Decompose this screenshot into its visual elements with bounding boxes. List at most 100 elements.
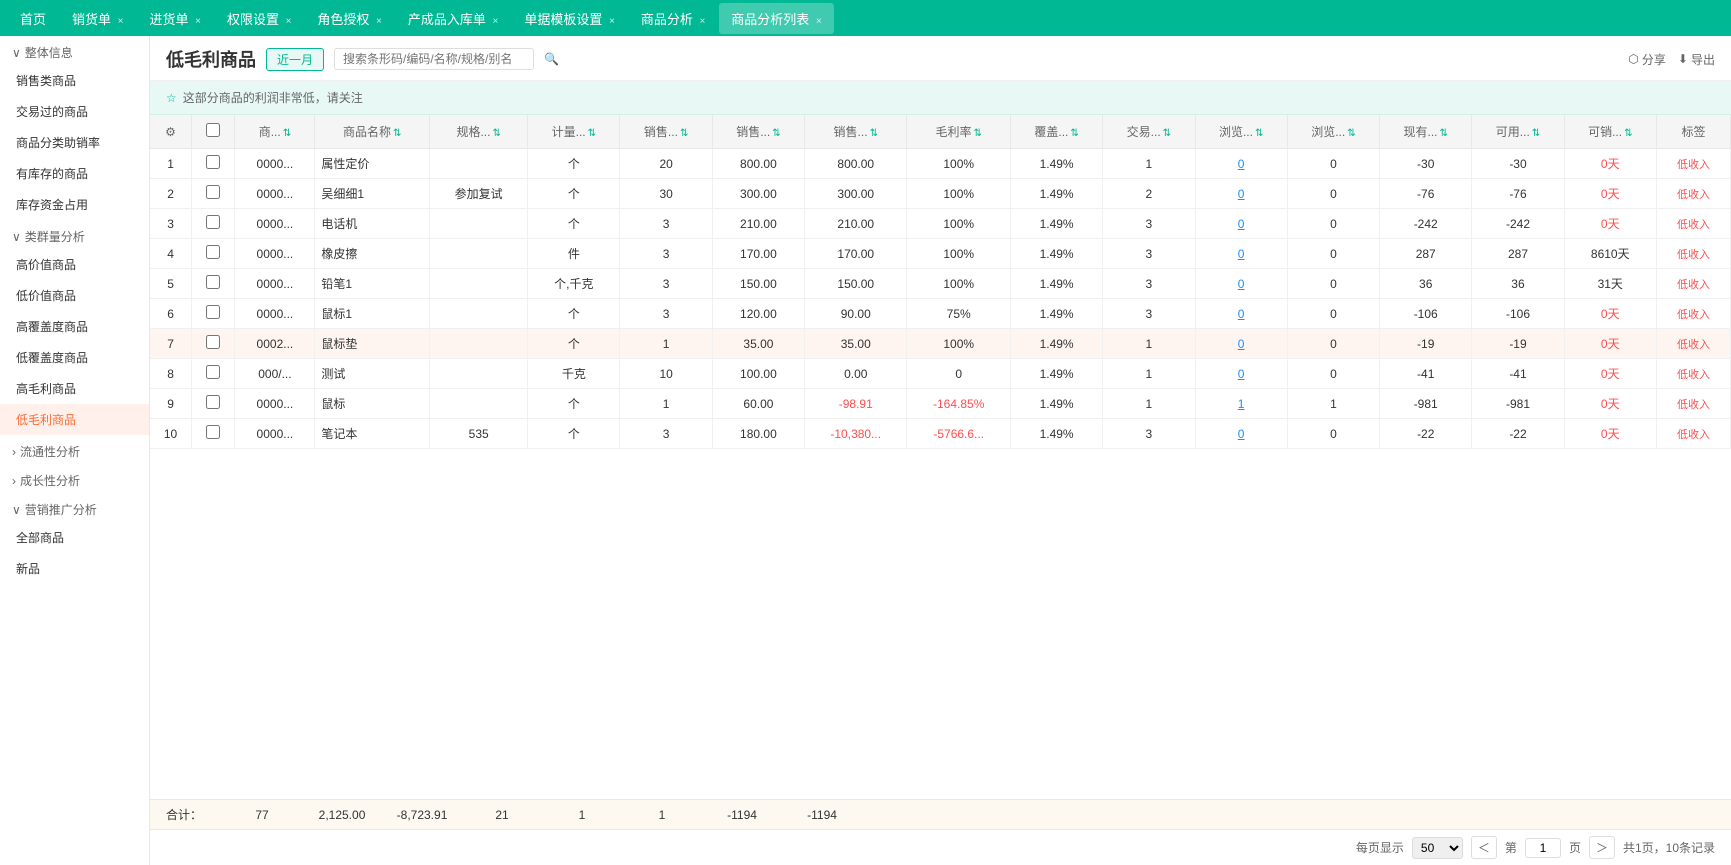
nav-role-close[interactable]: × [376, 16, 382, 27]
sort-icon-unit[interactable]: ⇅ [588, 128, 596, 139]
cell-browse1[interactable]: 0 [1195, 239, 1287, 269]
sidebar-item-low-value[interactable]: 低价值商品 [0, 280, 149, 311]
sidebar-item-capital[interactable]: 库存资金占用 [0, 189, 149, 220]
sort-icon-sales-profit[interactable]: ⇅ [870, 128, 878, 139]
select-all-checkbox[interactable] [206, 123, 220, 137]
cell-browse1[interactable]: 0 [1195, 299, 1287, 329]
search-input[interactable] [334, 48, 534, 70]
nav-goods-analysis-list-close[interactable]: × [816, 16, 822, 27]
sort-icon-code[interactable]: ⇅ [283, 128, 291, 139]
nav-sales[interactable]: 销货单 × [60, 3, 135, 34]
nav-template[interactable]: 单据模板设置 × [512, 3, 626, 34]
prev-page-button[interactable]: ＜ [1471, 836, 1497, 859]
nav-sales-close[interactable]: × [118, 16, 124, 27]
cell-browse1[interactable]: 1 [1195, 389, 1287, 419]
sidebar-item-sales-goods[interactable]: 销售类商品 [0, 65, 149, 96]
cell-checkbox[interactable] [192, 269, 235, 299]
share-icon: ⬡ [1628, 52, 1638, 66]
cell-checkbox[interactable] [192, 209, 235, 239]
sort-icon-browse1[interactable]: ⇅ [1255, 128, 1263, 139]
sort-icon-trade[interactable]: ⇅ [1163, 128, 1171, 139]
nav-template-close[interactable]: × [609, 16, 615, 27]
cell-gross-rate: 75% [907, 299, 1010, 329]
cell-browse1[interactable]: 0 [1195, 179, 1287, 209]
cell-checkbox[interactable] [192, 149, 235, 179]
cell-code: 0000... [235, 269, 315, 299]
nav-product-entry-close[interactable]: × [493, 16, 499, 27]
sidebar-item-low-coverage[interactable]: 低覆盖度商品 [0, 342, 149, 373]
cell-browse2: 0 [1287, 359, 1379, 389]
filter-recent-month[interactable]: 近一月 [266, 48, 324, 71]
nav-goods-analysis-close[interactable]: × [699, 16, 705, 27]
nav-permission[interactable]: 权限设置 × [215, 3, 303, 34]
cell-checkbox[interactable] [192, 389, 235, 419]
nav-purchase-close[interactable]: × [195, 16, 201, 27]
col-gear[interactable]: ⚙ [150, 115, 192, 149]
sort-icon-spec[interactable]: ⇅ [492, 128, 500, 139]
sort-icon-sales-qty[interactable]: ⇅ [680, 128, 688, 139]
row-checkbox[interactable] [206, 185, 220, 199]
sidebar-item-new-goods[interactable]: 新品 [0, 553, 149, 584]
share-button[interactable]: ⬡ 分享 [1628, 51, 1666, 68]
settings-icon[interactable]: ⚙ [165, 125, 176, 139]
sidebar-item-high-coverage[interactable]: 高覆盖度商品 [0, 311, 149, 342]
cell-checkbox[interactable] [192, 179, 235, 209]
cell-checkbox[interactable] [192, 329, 235, 359]
export-button[interactable]: ⬇ 导出 [1678, 51, 1715, 68]
sort-icon-available[interactable]: ⇅ [1532, 128, 1540, 139]
sort-icon-gross[interactable]: ⇅ [974, 128, 982, 139]
nav-permission-close[interactable]: × [286, 16, 292, 27]
cell-spec [430, 329, 528, 359]
nav-goods-analysis-list[interactable]: 商品分析列表 × [719, 3, 833, 34]
row-checkbox[interactable] [206, 215, 220, 229]
row-checkbox[interactable] [206, 155, 220, 169]
cell-browse1[interactable]: 0 [1195, 149, 1287, 179]
row-checkbox[interactable] [206, 425, 220, 439]
cell-browse1[interactable]: 0 [1195, 419, 1287, 449]
cell-checkbox[interactable] [192, 359, 235, 389]
cell-unit: 个 [528, 329, 620, 359]
cell-current: -981 [1380, 389, 1472, 419]
cell-checkbox[interactable] [192, 419, 235, 449]
sidebar-item-high-value[interactable]: 高价值商品 [0, 249, 149, 280]
next-page-button[interactable]: ＞ [1589, 836, 1615, 859]
row-checkbox[interactable] [206, 365, 220, 379]
row-checkbox[interactable] [206, 275, 220, 289]
cell-sales-price: 210.00 [712, 209, 804, 239]
nav-goods-analysis[interactable]: 商品分析 × [629, 3, 717, 34]
sort-icon-coverage[interactable]: ⇅ [1070, 128, 1078, 139]
cell-current: -22 [1380, 419, 1472, 449]
cell-browse1[interactable]: 0 [1195, 329, 1287, 359]
row-checkbox[interactable] [206, 335, 220, 349]
cell-checkbox[interactable] [192, 299, 235, 329]
sort-icon-current[interactable]: ⇅ [1440, 128, 1448, 139]
row-checkbox[interactable] [206, 305, 220, 319]
sort-icon-name[interactable]: ⇅ [393, 128, 401, 139]
page-number-input[interactable] [1525, 838, 1561, 858]
sort-icon-sales-price[interactable]: ⇅ [772, 128, 780, 139]
sort-icon-browse2[interactable]: ⇅ [1347, 128, 1355, 139]
page-size-select[interactable]: 50 100 [1412, 837, 1463, 859]
cell-browse2: 1 [1287, 389, 1379, 419]
nav-product-entry[interactable]: 产成品入库单 × [396, 3, 510, 34]
cell-browse1[interactable]: 0 [1195, 209, 1287, 239]
cell-unit: 个 [528, 179, 620, 209]
table-container[interactable]: ⚙ 商...⇅ 商品名称⇅ 规格...⇅ 计量...⇅ 销售...⇅ 销售...… [150, 115, 1731, 799]
sidebar-item-stock-goods[interactable]: 有库存的商品 [0, 158, 149, 189]
search-icon[interactable]: 🔍 [544, 52, 559, 66]
row-checkbox[interactable] [206, 395, 220, 409]
cell-checkbox[interactable] [192, 239, 235, 269]
cell-browse1[interactable]: 0 [1195, 359, 1287, 389]
sidebar-item-low-margin[interactable]: 低毛利商品 [0, 404, 149, 435]
cell-browse1[interactable]: 0 [1195, 269, 1287, 299]
nav-role[interactable]: 角色授权 × [305, 3, 393, 34]
sidebar-item-traded-goods[interactable]: 交易过的商品 [0, 96, 149, 127]
nav-purchase[interactable]: 进货单 × [137, 3, 212, 34]
sidebar-item-high-margin[interactable]: 高毛利商品 [0, 373, 149, 404]
sort-icon-sellable[interactable]: ⇅ [1624, 128, 1632, 139]
sidebar-item-category-rate[interactable]: 商品分类助销率 [0, 127, 149, 158]
sidebar-item-all-goods[interactable]: 全部商品 [0, 522, 149, 553]
cell-no: 4 [150, 239, 192, 269]
nav-home[interactable]: 首页 [8, 3, 58, 34]
row-checkbox[interactable] [206, 245, 220, 259]
